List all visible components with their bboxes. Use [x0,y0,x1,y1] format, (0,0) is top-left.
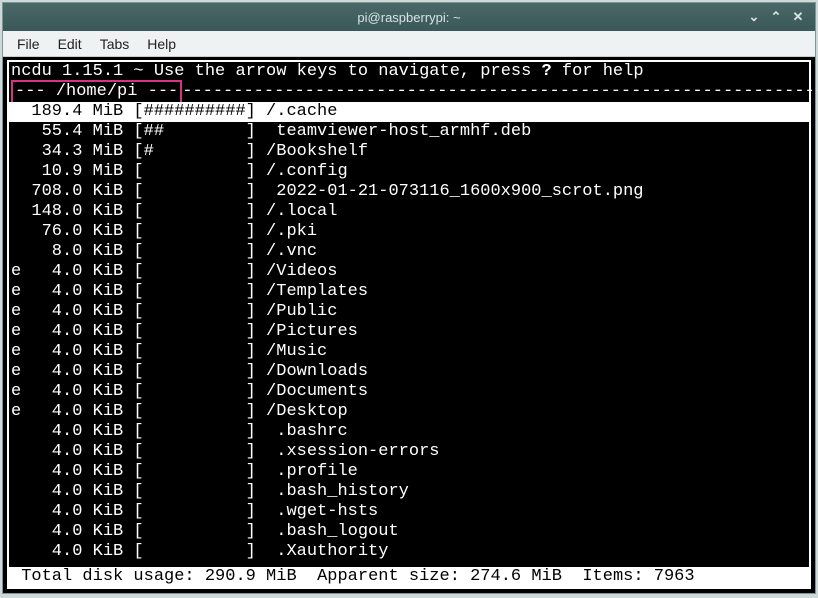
close-button[interactable]: ✕ [791,10,805,24]
window-title: pi@raspberrypi: ~ [3,10,815,25]
list-item[interactable]: 4.0 KiB [ ] .bash_history [9,482,809,502]
list-item[interactable]: 4.0 KiB [ ] .profile [9,462,809,482]
list-item[interactable]: 708.0 KiB [ ] 2022-01-21-073116_1600x900… [9,182,809,202]
list-item[interactable]: 8.0 KiB [ ] /.vnc [9,242,809,262]
list-item[interactable]: e 4.0 KiB [ ] /Pictures [9,322,809,342]
menu-tabs[interactable]: Tabs [94,34,136,54]
apparent-size: 274.6 MiB [470,567,562,586]
current-path-line: --- /home/pi ---------------------------… [9,82,809,102]
list-item[interactable]: 148.0 KiB [ ] /.local [9,202,809,222]
terminal-area[interactable]: ncdu 1.15.1 ~ Use the arrow keys to navi… [3,57,815,593]
dash-fill: ----------------------------------------… [182,82,818,101]
minimize-button[interactable]: ⌄ [747,10,761,24]
file-list[interactable]: 189.4 MiB [##########] /.cache 55.4 MiB … [9,102,809,567]
list-item[interactable]: 76.0 KiB [ ] /.pki [9,222,809,242]
window-controls: ⌄ ⌃ ✕ [747,10,815,24]
list-item[interactable]: e 4.0 KiB [ ] /Templates [9,282,809,302]
ncdu-header: ncdu 1.15.1 ~ Use the arrow keys to navi… [9,62,809,82]
list-item[interactable]: 4.0 KiB [ ] .bash_logout [9,522,809,542]
maximize-button[interactable]: ⌃ [769,10,783,24]
menu-bar: File Edit Tabs Help [3,31,815,57]
ncdu-screen: ncdu 1.15.1 ~ Use the arrow keys to navi… [7,60,811,589]
list-item[interactable]: 4.0 KiB [ ] .wget-hsts [9,502,809,522]
current-path: /home/pi [56,82,138,101]
item-count: 7963 [654,567,695,586]
list-item[interactable]: e 4.0 KiB [ ] /Documents [9,382,809,402]
total-usage: 290.9 MiB [205,567,297,586]
list-item[interactable]: 4.0 KiB [ ] .xsession-errors [9,442,809,462]
terminal-window: pi@raspberrypi: ~ ⌄ ⌃ ✕ File Edit Tabs H… [2,2,816,594]
list-item[interactable]: e 4.0 KiB [ ] /Desktop [9,402,809,422]
list-item[interactable]: e 4.0 KiB [ ] /Downloads [9,362,809,382]
list-item[interactable]: e 4.0 KiB [ ] /Videos [9,262,809,282]
menu-help[interactable]: Help [141,34,182,54]
list-item[interactable]: 189.4 MiB [##########] /.cache [9,102,809,122]
list-item[interactable]: 55.4 MiB [## ] teamviewer-host_armhf.deb [9,122,809,142]
menu-file[interactable]: File [11,34,46,54]
list-item[interactable]: 4.0 KiB [ ] .Xauthority [9,542,809,562]
list-item[interactable]: 4.0 KiB [ ] .bashrc [9,422,809,442]
list-item[interactable]: e 4.0 KiB [ ] /Music [9,342,809,362]
window-titlebar[interactable]: pi@raspberrypi: ~ ⌄ ⌃ ✕ [3,3,815,31]
list-item[interactable]: e 4.0 KiB [ ] /Public [9,302,809,322]
list-item[interactable]: 34.3 MiB [# ] /Bookshelf [9,142,809,162]
status-bar: Total disk usage: 290.9 MiB Apparent siz… [9,567,809,587]
menu-edit[interactable]: Edit [52,34,88,54]
path-highlight: --- /home/pi --- [11,80,182,104]
list-item[interactable]: 10.9 MiB [ ] /.config [9,162,809,182]
